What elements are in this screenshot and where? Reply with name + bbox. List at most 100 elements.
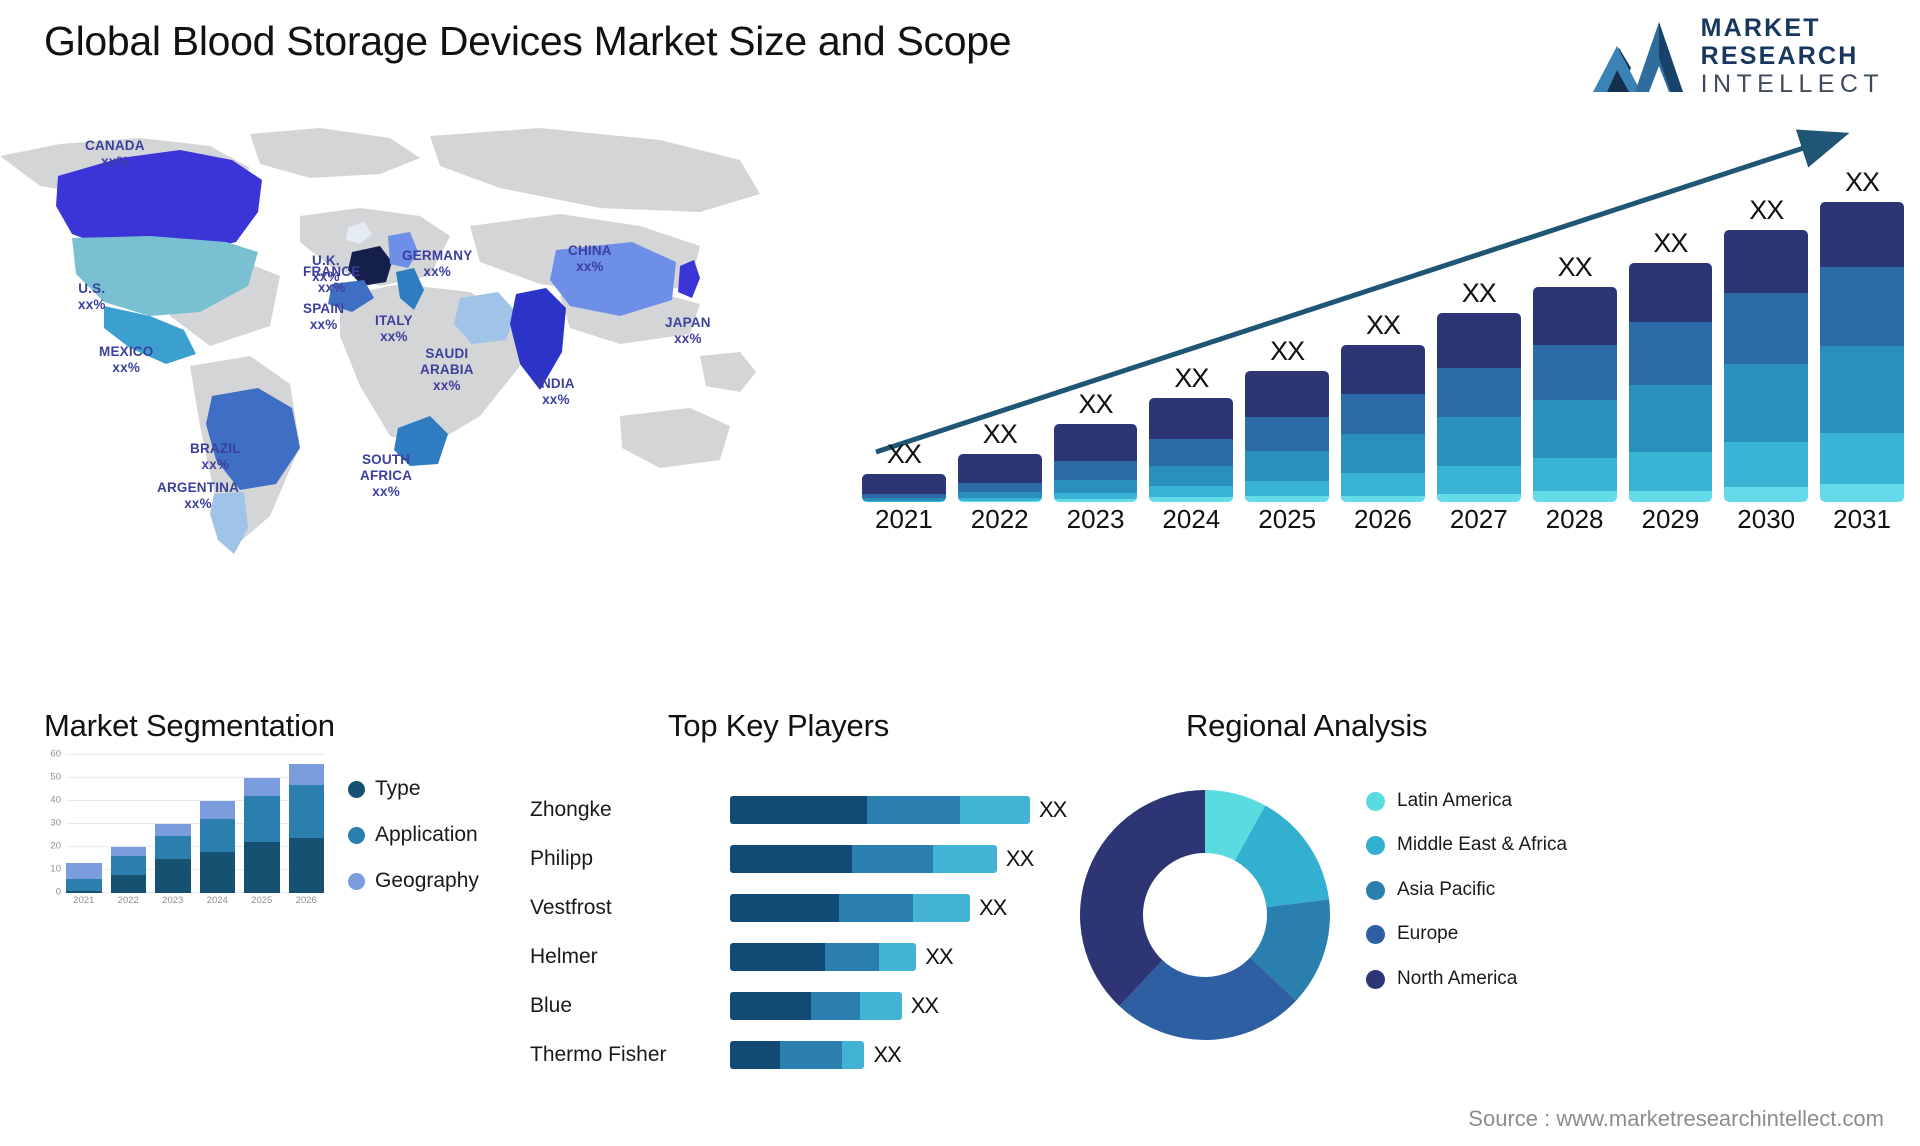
segmentation-bar-segment	[244, 778, 280, 797]
forecast-bar-segment	[1724, 229, 1809, 293]
forecast-bar-segment	[1820, 484, 1904, 502]
segmentation-y-tick: 50	[50, 771, 61, 783]
forecast-bar-stack	[957, 453, 1042, 502]
key-player-row: Philipp XX	[520, 839, 1140, 879]
map-label-spain: SPAIN xx%	[303, 301, 344, 333]
segmentation-bar-segment	[244, 796, 280, 843]
forecast-bar-segment	[1532, 490, 1617, 502]
legend-dot-icon	[1366, 880, 1385, 900]
forecast-year-label: 2021	[874, 504, 933, 534]
map-label-value: xx%	[380, 328, 408, 344]
map-label-india: INDIA xx%	[537, 376, 575, 408]
forecast-bar-2029: XX	[1628, 162, 1713, 502]
forecast-bar-segment	[957, 453, 1042, 483]
key-player-bar-segment	[932, 845, 997, 873]
forecast-bar-segment	[1532, 400, 1617, 458]
key-player-name: Philipp	[530, 847, 594, 870]
forecast-bar-segment	[957, 501, 1042, 502]
forecast-bar-segment	[1436, 416, 1521, 466]
map-label-value: xx%	[576, 258, 604, 274]
forecast-bar-2030: XX	[1724, 162, 1809, 502]
forecast-bar-value-label: XX	[1078, 389, 1114, 420]
forecast-bar-2021: XX	[862, 162, 946, 502]
key-player-bar-segment	[913, 894, 970, 922]
segmentation-bar-segment	[199, 851, 235, 893]
segmentation-legend-item: Application	[348, 823, 479, 847]
map-label-value: xx%	[112, 359, 141, 375]
segmentation-legend-label: Type	[375, 777, 421, 800]
key-player-bar	[730, 894, 970, 922]
segmentation-bar-segment	[244, 842, 280, 893]
key-player-bar-segment	[730, 796, 867, 824]
forecast-bar-2031: XX	[1820, 162, 1904, 502]
segmentation-bar-segment	[66, 890, 102, 893]
regional-legend-label: North America	[1397, 967, 1518, 989]
forecast-bar-stack	[1245, 370, 1330, 502]
key-player-row: Blue XX	[520, 986, 1140, 1026]
page-title: Global Blood Storage Devices Market Size…	[44, 18, 1012, 64]
forecast-bar-segment	[1341, 473, 1425, 496]
forecast-bar-2028: XX	[1532, 162, 1617, 502]
forecast-year-label: 2031	[1833, 504, 1891, 534]
regional-legend-item: Middle East & Africa	[1366, 834, 1567, 856]
map-label-name: U.S.	[78, 281, 106, 296]
regional-legend-item: Europe	[1366, 923, 1567, 945]
forecast-bar-segment	[1436, 367, 1521, 417]
key-player-row: Thermo Fisher XX	[520, 1035, 1140, 1075]
key-player-bar-segment	[779, 1041, 842, 1069]
key-player-bar-segment	[810, 992, 861, 1020]
forecast-bar-stack	[1341, 344, 1425, 502]
forecast-bar-value-label: XX	[1461, 278, 1497, 309]
segmentation-x-label: 2024	[206, 895, 228, 906]
forecast-bar-segment	[1149, 439, 1234, 466]
forecast-bar-stack	[1532, 287, 1617, 502]
legend-dot-icon	[348, 826, 365, 844]
regional-legend-item: North America	[1366, 968, 1567, 990]
segmentation-chart: 60 50 40 30 20 10 0 2021 2022 2023 2024 2025 2026	[30, 749, 330, 915]
key-player-row: Zhongke XX	[520, 790, 1140, 830]
forecast-bar-value-label: XX	[982, 418, 1018, 449]
map-label-italy: ITALY xx%	[375, 313, 413, 345]
segmentation-legend-label: Application	[375, 823, 478, 846]
forecast-bar-segment	[1053, 499, 1138, 502]
segmentation-bar-segment	[66, 879, 102, 891]
forecast-bar-2025: XX	[1245, 162, 1330, 502]
key-player-bar-segment	[730, 845, 853, 873]
segmentation-bar-segment	[288, 784, 324, 838]
forecast-bar-segment	[1628, 490, 1713, 502]
map-label-name: SOUTH AFRICA	[360, 452, 413, 483]
donut-slice-north-america	[1080, 790, 1205, 1007]
segmentation-y-tick: 30	[50, 817, 61, 829]
legend-dot-icon	[348, 872, 365, 890]
map-label-germany: GERMANY xx%	[402, 248, 472, 280]
segmentation-x-label: 2022	[117, 895, 139, 906]
forecast-bar-value-label: XX	[1270, 335, 1305, 366]
segmentation-x-label: 2026	[295, 895, 317, 906]
segmentation-bar-segment	[155, 824, 191, 836]
map-label-name: MEXICO	[99, 344, 154, 359]
segmentation-x-label: 2023	[162, 895, 184, 906]
segmentation-legend-label: Geography	[375, 869, 479, 892]
map-label-value: xx%	[78, 296, 106, 312]
segmentation-bar-2023	[155, 755, 191, 893]
key-player-bar-segment	[730, 992, 811, 1020]
forecast-bar-value-label: XX	[1557, 252, 1593, 283]
forecast-bar-segment	[1532, 344, 1617, 401]
map-label-china: CHINA xx%	[568, 243, 612, 275]
forecast-bar-segment	[1436, 313, 1521, 368]
forecast-bar-segment	[1724, 292, 1809, 365]
segmentation-bar-2025	[244, 755, 280, 893]
forecast-bar-segment	[1532, 457, 1617, 491]
map-country-india	[510, 288, 566, 390]
key-player-bar-segment	[959, 796, 1030, 824]
map-label-name: GERMANY	[402, 248, 473, 263]
brand-logo: MARKET RESEARCH INTELLECT	[1591, 16, 1884, 97]
map-label-canada: CANADA xx%	[85, 138, 145, 170]
market-segmentation-title: Market Segmentation	[44, 708, 335, 743]
map-label-name: FRANCE	[303, 264, 361, 279]
forecast-bar-segment	[1341, 344, 1425, 394]
key-player-bar-segment	[852, 845, 933, 873]
segmentation-bar-segment	[288, 837, 324, 893]
forecast-bar-2022: XX	[957, 162, 1042, 502]
forecast-bar-segment	[1149, 486, 1234, 498]
